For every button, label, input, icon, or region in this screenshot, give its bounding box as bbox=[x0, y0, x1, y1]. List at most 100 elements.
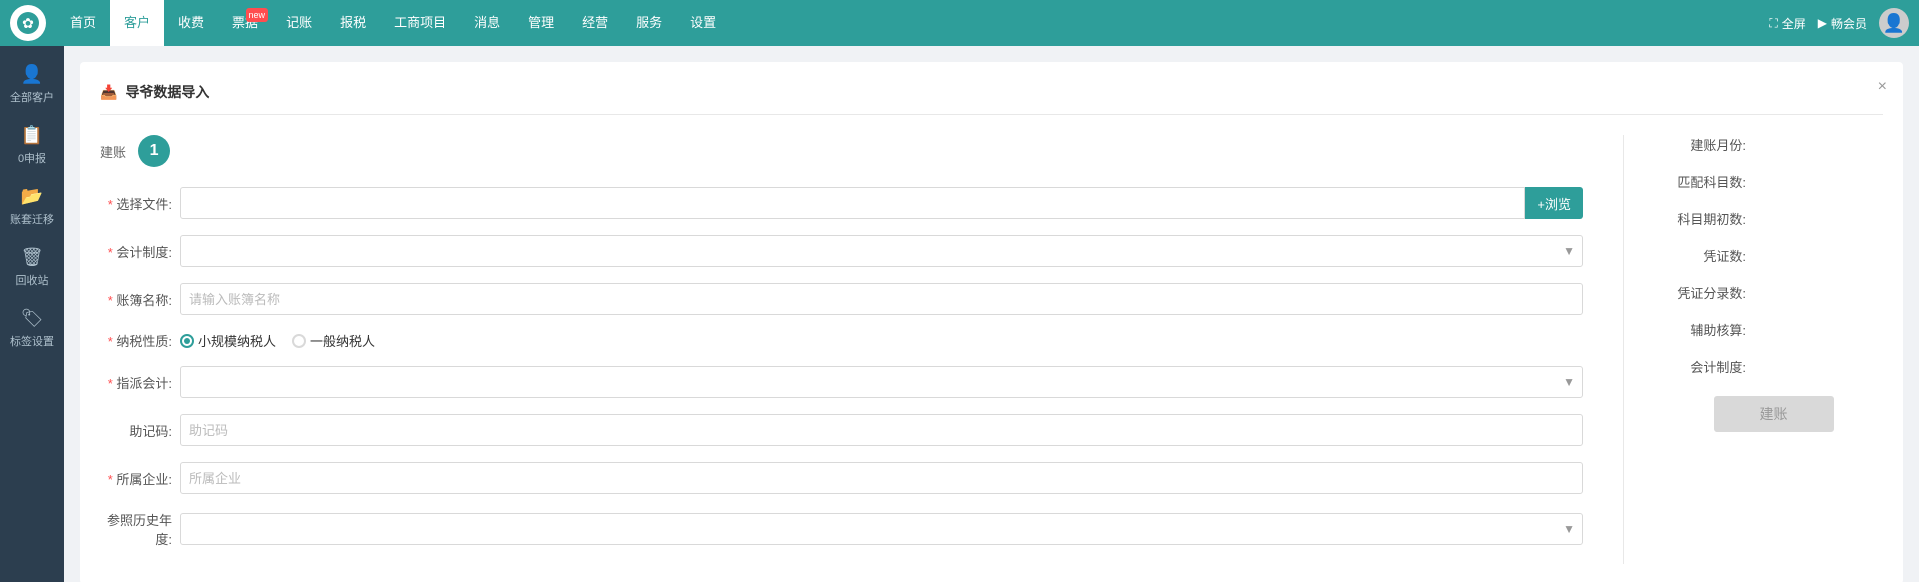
build-account-button[interactable]: 建账 bbox=[1714, 396, 1834, 432]
nav-item-服务[interactable]: 服务 bbox=[622, 0, 676, 46]
browse-button[interactable]: +浏览 bbox=[1525, 187, 1583, 219]
sidebar-label: 账套迁移 bbox=[10, 211, 54, 227]
build-month-label: 建账月份: bbox=[1664, 135, 1754, 154]
right-accounting-system-row: 会计制度: bbox=[1664, 357, 1883, 376]
mem-code-input[interactable] bbox=[180, 414, 1583, 446]
sidebar-icon: 📂 bbox=[21, 186, 43, 207]
accounting-system-select[interactable] bbox=[180, 235, 1583, 267]
step-label: 建账 bbox=[100, 142, 126, 161]
auxiliary-label: 辅助核算: bbox=[1664, 320, 1754, 339]
sidebar-icon: 👤 bbox=[21, 64, 43, 85]
nav-item-记账[interactable]: 记账 bbox=[272, 0, 326, 46]
logo[interactable]: ✿ bbox=[10, 5, 46, 41]
voucher-count-row: 凭证数: bbox=[1664, 246, 1883, 265]
ref-history-year-row: 参照历史年度: ▼ bbox=[100, 510, 1583, 548]
assign-accountant-select[interactable] bbox=[180, 366, 1583, 398]
fullscreen-button[interactable]: ⛶ 全屏 bbox=[1769, 15, 1805, 32]
nav-right: ⛶ 全屏 ▶ 畅会员 👤 bbox=[1769, 8, 1909, 38]
dialog-header: 📥 导爷数据导入 bbox=[100, 82, 1883, 115]
tax-type-general-radio[interactable]: 一般纳税人 bbox=[292, 331, 375, 350]
play-icon: ▶ bbox=[1818, 16, 1827, 30]
step-header: 建账 1 bbox=[100, 135, 1583, 167]
radio-dot-general bbox=[292, 334, 306, 348]
logo-inner: ✿ bbox=[17, 12, 39, 34]
fullscreen-icon: ⛶ bbox=[1769, 16, 1777, 31]
tax-type-radio-group: 小规模纳税人 一般纳税人 bbox=[180, 331, 1583, 350]
sidebar-icon: 🏷 bbox=[21, 308, 44, 329]
form-right: 建账月份: 匹配科目数: 科目期初数: 凭证数: bbox=[1623, 135, 1883, 564]
mem-code-label: 助记码: bbox=[100, 421, 180, 440]
form-left: 建账 1 选择文件: +浏览 会计制度: bbox=[100, 135, 1623, 564]
dialog-card: 📥 导爷数据导入 × 建账 1 选择文件: bbox=[80, 62, 1903, 582]
match-subject-row: 匹配科目数: bbox=[1664, 172, 1883, 191]
user-avatar[interactable]: 👤 bbox=[1879, 8, 1909, 38]
select-file-row: 选择文件: +浏览 bbox=[100, 187, 1583, 219]
assign-accountant-row: 指派会计: ▼ bbox=[100, 366, 1583, 398]
ledger-name-input[interactable] bbox=[180, 283, 1583, 315]
nav-item-经营[interactable]: 经营 bbox=[568, 0, 622, 46]
nav-items: 首页客户收费票据new记账报税工商项目消息管理经营服务设置 bbox=[56, 0, 1769, 46]
fullscreen-label: 全屏 bbox=[1782, 15, 1806, 32]
tax-type-small-label: 小规模纳税人 bbox=[198, 331, 276, 350]
tax-type-row: 纳税性质: 小规模纳税人 一般纳税人 bbox=[100, 331, 1583, 350]
step-circle: 1 bbox=[138, 135, 170, 167]
sidebar-label: 标签设置 bbox=[10, 333, 54, 349]
nav-item-票据[interactable]: 票据new bbox=[218, 0, 272, 46]
voucher-entry-count-row: 凭证分录数: bbox=[1664, 283, 1883, 302]
init-balance-label: 科目期初数: bbox=[1664, 209, 1754, 228]
select-file-label: 选择文件: bbox=[100, 194, 180, 213]
voucher-count-label: 凭证数: bbox=[1664, 246, 1754, 265]
sidebar: 👤 全部客户 📋 0申报 📂 账套迁移 🗑 回收站 🏷 标签设置 bbox=[0, 46, 64, 582]
sidebar-item-全部客户[interactable]: 👤 全部客户 bbox=[4, 56, 60, 113]
radio-dot-small bbox=[180, 334, 194, 348]
build-month-row: 建账月份: bbox=[1664, 135, 1883, 154]
nav-item-报税[interactable]: 报税 bbox=[326, 0, 380, 46]
member-label: 畅会员 bbox=[1831, 15, 1867, 32]
ref-history-year-select[interactable] bbox=[180, 513, 1583, 545]
form-area: 建账 1 选择文件: +浏览 会计制度: bbox=[100, 135, 1883, 564]
sidebar-label: 回收站 bbox=[16, 272, 49, 288]
nav-item-管理[interactable]: 管理 bbox=[514, 0, 568, 46]
avatar-icon: 👤 bbox=[1883, 13, 1905, 34]
match-subject-label: 匹配科目数: bbox=[1664, 172, 1754, 191]
sidebar-item-0申报[interactable]: 📋 0申报 bbox=[4, 117, 60, 174]
mem-code-row: 助记码: bbox=[100, 414, 1583, 446]
member-button[interactable]: ▶ 畅会员 bbox=[1818, 15, 1867, 32]
nav-badge-票据: new bbox=[246, 8, 269, 22]
ref-history-year-label: 参照历史年度: bbox=[100, 510, 180, 548]
auxiliary-row: 辅助核算: bbox=[1664, 320, 1883, 339]
nav-item-首页[interactable]: 首页 bbox=[56, 0, 110, 46]
accounting-system-row: 会计制度: ▼ bbox=[100, 235, 1583, 267]
ledger-name-row: 账簿名称: bbox=[100, 283, 1583, 315]
ref-history-year-select-wrap: ▼ bbox=[180, 513, 1583, 545]
nav-item-消息[interactable]: 消息 bbox=[460, 0, 514, 46]
sidebar-item-账套迁移[interactable]: 📂 账套迁移 bbox=[4, 178, 60, 235]
nav-item-客户[interactable]: 客户 bbox=[110, 0, 164, 46]
file-row: +浏览 bbox=[180, 187, 1583, 219]
right-accounting-system-label: 会计制度: bbox=[1664, 357, 1754, 376]
nav-item-设置[interactable]: 设置 bbox=[676, 0, 730, 46]
nav-item-工商项目[interactable]: 工商项目 bbox=[380, 0, 460, 46]
tax-type-small-radio[interactable]: 小规模纳税人 bbox=[180, 331, 276, 350]
accounting-system-select-wrap: ▼ bbox=[180, 235, 1583, 267]
assign-accountant-label: 指派会计: bbox=[100, 373, 180, 392]
sidebar-icon: 📋 bbox=[21, 125, 43, 146]
voucher-entry-count-label: 凭证分录数: bbox=[1664, 283, 1754, 302]
dialog-close-button[interactable]: × bbox=[1878, 78, 1887, 96]
sidebar-label: 全部客户 bbox=[10, 89, 54, 105]
belong-company-row: 所属企业: bbox=[100, 462, 1583, 494]
accounting-system-label: 会计制度: bbox=[100, 242, 180, 261]
tax-type-label: 纳税性质: bbox=[100, 331, 180, 350]
sidebar-item-标签设置[interactable]: 🏷 标签设置 bbox=[4, 300, 60, 357]
sidebar-item-回收站[interactable]: 🗑 回收站 bbox=[4, 239, 60, 296]
nav-item-收费[interactable]: 收费 bbox=[164, 0, 218, 46]
sidebar-label: 0申报 bbox=[18, 150, 46, 166]
main-layout: 👤 全部客户 📋 0申报 📂 账套迁移 🗑 回收站 🏷 标签设置 📥 导爷数据导… bbox=[0, 46, 1919, 582]
ledger-name-label: 账簿名称: bbox=[100, 290, 180, 309]
content-area: 📥 导爷数据导入 × 建账 1 选择文件: bbox=[64, 46, 1919, 582]
dialog-title: 导爷数据导入 bbox=[125, 82, 209, 102]
belong-company-input[interactable] bbox=[180, 462, 1583, 494]
file-input[interactable] bbox=[180, 187, 1525, 219]
logo-icon: ✿ bbox=[22, 15, 34, 32]
sidebar-icon: 🗑 bbox=[21, 247, 44, 268]
